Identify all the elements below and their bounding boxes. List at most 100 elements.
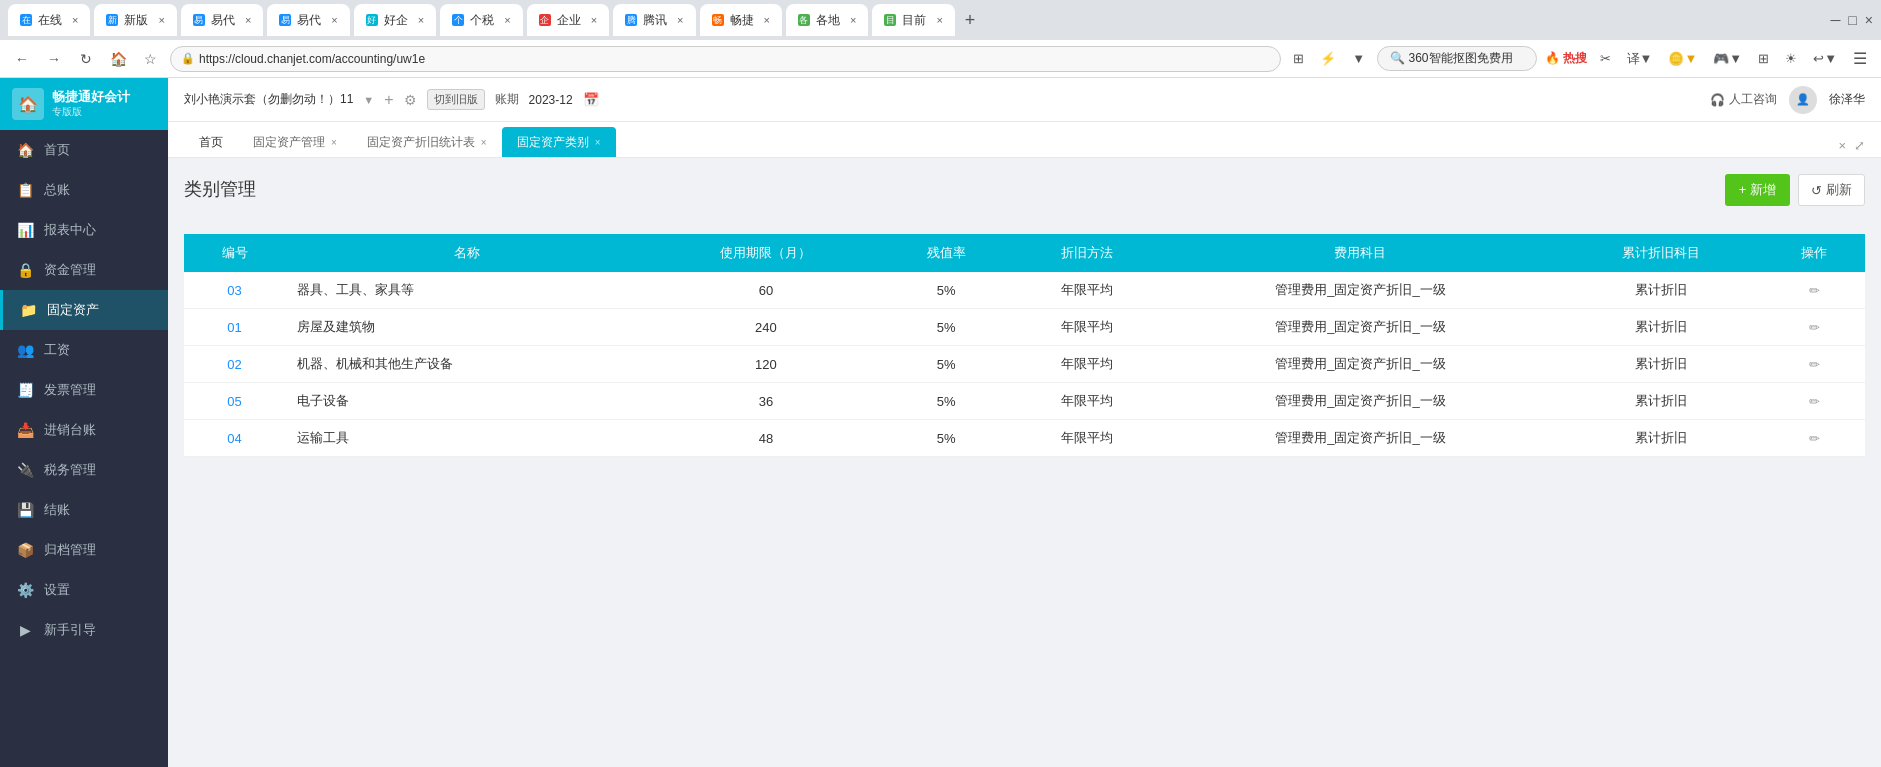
site-info-button[interactable]: ⊞: [1289, 51, 1308, 66]
tab-fixed-asset-mgmt[interactable]: 固定资产管理 ×: [238, 127, 352, 157]
sidebar-item-report[interactable]: 📊 报表中心: [0, 210, 168, 250]
browser-tab-gesui[interactable]: 个 个税 ×: [440, 4, 522, 36]
refresh-label: 刷新: [1826, 181, 1852, 199]
menu-button[interactable]: ☰: [1849, 49, 1871, 68]
sidebar-label-fund: 资金管理: [44, 261, 96, 279]
browser-tab-gedi[interactable]: 各 各地 ×: [786, 4, 868, 36]
translate-tool[interactable]: 译▼: [1623, 50, 1657, 68]
sidebar-item-salary[interactable]: 👥 工资: [0, 330, 168, 370]
browser-tab-xin[interactable]: 新 新版 ×: [94, 4, 176, 36]
forward-button[interactable]: →: [42, 47, 66, 71]
sidebar-label-tax: 税务管理: [44, 461, 96, 479]
browser-tab-haoji[interactable]: 好 好企 ×: [354, 4, 436, 36]
username: 徐泽华: [1829, 91, 1865, 108]
dropdown-icon[interactable]: ▼: [363, 94, 374, 106]
sidebar-item-archive[interactable]: 📦 归档管理: [0, 530, 168, 570]
row-1-edit-icon[interactable]: ✏: [1809, 320, 1820, 335]
address-bar[interactable]: 🔒 https://cloud.chanjet.com/accounting/u…: [170, 46, 1281, 72]
sidebar-label-home: 首页: [44, 141, 70, 159]
table-row: 01 房屋及建筑物 240 5% 年限平均 管理费用_固定资产折旧_一级 累计折…: [184, 309, 1865, 346]
browser-tab-changjie[interactable]: 畅 畅捷 ×: [700, 4, 782, 36]
sidebar-item-settings[interactable]: ⚙️ 设置: [0, 570, 168, 610]
row-0-code[interactable]: 03: [184, 272, 285, 309]
new-tab-button[interactable]: +: [959, 10, 982, 31]
tab-home[interactable]: 首页: [184, 127, 238, 157]
row-2-code[interactable]: 02: [184, 346, 285, 383]
tab-close-asset-category[interactable]: ×: [595, 137, 601, 148]
calendar-icon[interactable]: 📅: [583, 92, 599, 107]
sun-tool[interactable]: ☀: [1781, 51, 1801, 66]
row-0-edit-icon[interactable]: ✏: [1809, 283, 1820, 298]
search-bar[interactable]: 🔍 360智能抠图免费用: [1377, 46, 1537, 71]
cut-tool[interactable]: ✂: [1596, 51, 1615, 66]
bookmark-button[interactable]: ☆: [138, 47, 162, 71]
coin-tool[interactable]: 🪙▼: [1664, 51, 1701, 66]
row-3-action[interactable]: ✏: [1764, 383, 1865, 420]
minimize-button[interactable]: ─: [1830, 12, 1840, 28]
sidebar-item-close-account[interactable]: 💾 结账: [0, 490, 168, 530]
game-tool[interactable]: 🎮▼: [1709, 51, 1746, 66]
close-window-button[interactable]: ×: [1865, 12, 1873, 28]
tab-depreciation-table[interactable]: 固定资产折旧统计表 ×: [352, 127, 502, 157]
browser-tab-zaixin[interactable]: 在 在线 ×: [8, 4, 90, 36]
row-2-action[interactable]: ✏: [1764, 346, 1865, 383]
sidebar-label-salary: 工资: [44, 341, 70, 359]
browser-tab-bar: 在 在线 × 新 新版 × 易 易代 × 易 易代 × 好 好企 × 个 个税 …: [0, 0, 1881, 40]
sidebar-item-invoice[interactable]: 🧾 发票管理: [0, 370, 168, 410]
row-4-action[interactable]: ✏: [1764, 420, 1865, 457]
grid-tool[interactable]: ⊞: [1754, 51, 1773, 66]
sidebar-item-fund[interactable]: 🔒 资金管理: [0, 250, 168, 290]
row-2-edit-icon[interactable]: ✏: [1809, 357, 1820, 372]
more-browser-button[interactable]: ▼: [1348, 51, 1369, 66]
row-3-edit-icon[interactable]: ✏: [1809, 394, 1820, 409]
browser-tab-tengxun[interactable]: 腾 腾讯 ×: [613, 4, 695, 36]
browser-tab-yidai1[interactable]: 易 易代 ×: [181, 4, 263, 36]
back-button[interactable]: ←: [10, 47, 34, 71]
lightning-button[interactable]: ⚡: [1316, 51, 1340, 66]
tab-close-fixed-asset-mgmt[interactable]: ×: [331, 137, 337, 148]
row-3-rate: 5%: [882, 383, 1010, 420]
row-2-method: 年限平均: [1010, 346, 1164, 383]
row-1-period: 240: [650, 309, 883, 346]
undo-tool[interactable]: ↩▼: [1809, 51, 1841, 66]
sidebar-item-purchase-sale[interactable]: 📥 进销台账: [0, 410, 168, 450]
browser-tab-muqian[interactable]: 目 目前 ×: [872, 4, 954, 36]
row-2-name: 机器、机械和其他生产设备: [285, 346, 649, 383]
row-1-action[interactable]: ✏: [1764, 309, 1865, 346]
sidebar-item-tax[interactable]: 🔌 税务管理: [0, 450, 168, 490]
tab-depreciation-table-label: 固定资产折旧统计表: [367, 134, 475, 151]
sidebar-label-archive: 归档管理: [44, 541, 96, 559]
add-book-button[interactable]: +: [384, 91, 393, 109]
row-1-method: 年限平均: [1010, 309, 1164, 346]
row-0-accum: 累计折旧: [1557, 272, 1763, 309]
refresh-button[interactable]: ↺ 刷新: [1798, 174, 1865, 206]
row-1-expense: 管理费用_固定资产折旧_一级: [1164, 309, 1558, 346]
browser-tab-qiye[interactable]: 企 企业 ×: [527, 4, 609, 36]
add-category-button[interactable]: + 新增: [1725, 174, 1790, 206]
sidebar-item-ledger[interactable]: 📋 总账: [0, 170, 168, 210]
sidebar-item-fixed-asset[interactable]: 📁 固定资产: [0, 290, 168, 330]
sidebar-item-home[interactable]: 🏠 首页: [0, 130, 168, 170]
maximize-button[interactable]: □: [1848, 12, 1856, 28]
sidebar-item-guide[interactable]: ▶ 新手引导: [0, 610, 168, 650]
browser-tab-yidai2[interactable]: 易 易代 ×: [267, 4, 349, 36]
period-label: 账期: [495, 91, 519, 108]
settings-gear-button[interactable]: ⚙: [404, 92, 417, 108]
row-4-edit-icon[interactable]: ✏: [1809, 431, 1820, 446]
tab-close-depreciation-table[interactable]: ×: [481, 137, 487, 148]
user-avatar[interactable]: 👤: [1789, 86, 1817, 114]
row-0-action[interactable]: ✏: [1764, 272, 1865, 309]
tab-asset-category[interactable]: 固定资产类别 ×: [502, 127, 616, 157]
row-4-code[interactable]: 04: [184, 420, 285, 457]
expand-panel-button[interactable]: ⤢: [1854, 138, 1865, 153]
sidebar-label-purchase-sale: 进销台账: [44, 421, 96, 439]
home-browser-button[interactable]: 🏠: [106, 47, 130, 71]
support-link[interactable]: 🎧 人工咨询: [1710, 91, 1777, 108]
row-3-code[interactable]: 05: [184, 383, 285, 420]
switch-version-button[interactable]: 切到旧版: [427, 89, 485, 110]
sidebar-label-close-account: 结账: [44, 501, 70, 519]
refresh-browser-button[interactable]: ↻: [74, 47, 98, 71]
app-tab-bar: 首页 固定资产管理 × 固定资产折旧统计表 × 固定资产类别 × × ⤢: [168, 122, 1881, 158]
close-panel-button[interactable]: ×: [1838, 138, 1846, 153]
row-1-code[interactable]: 01: [184, 309, 285, 346]
